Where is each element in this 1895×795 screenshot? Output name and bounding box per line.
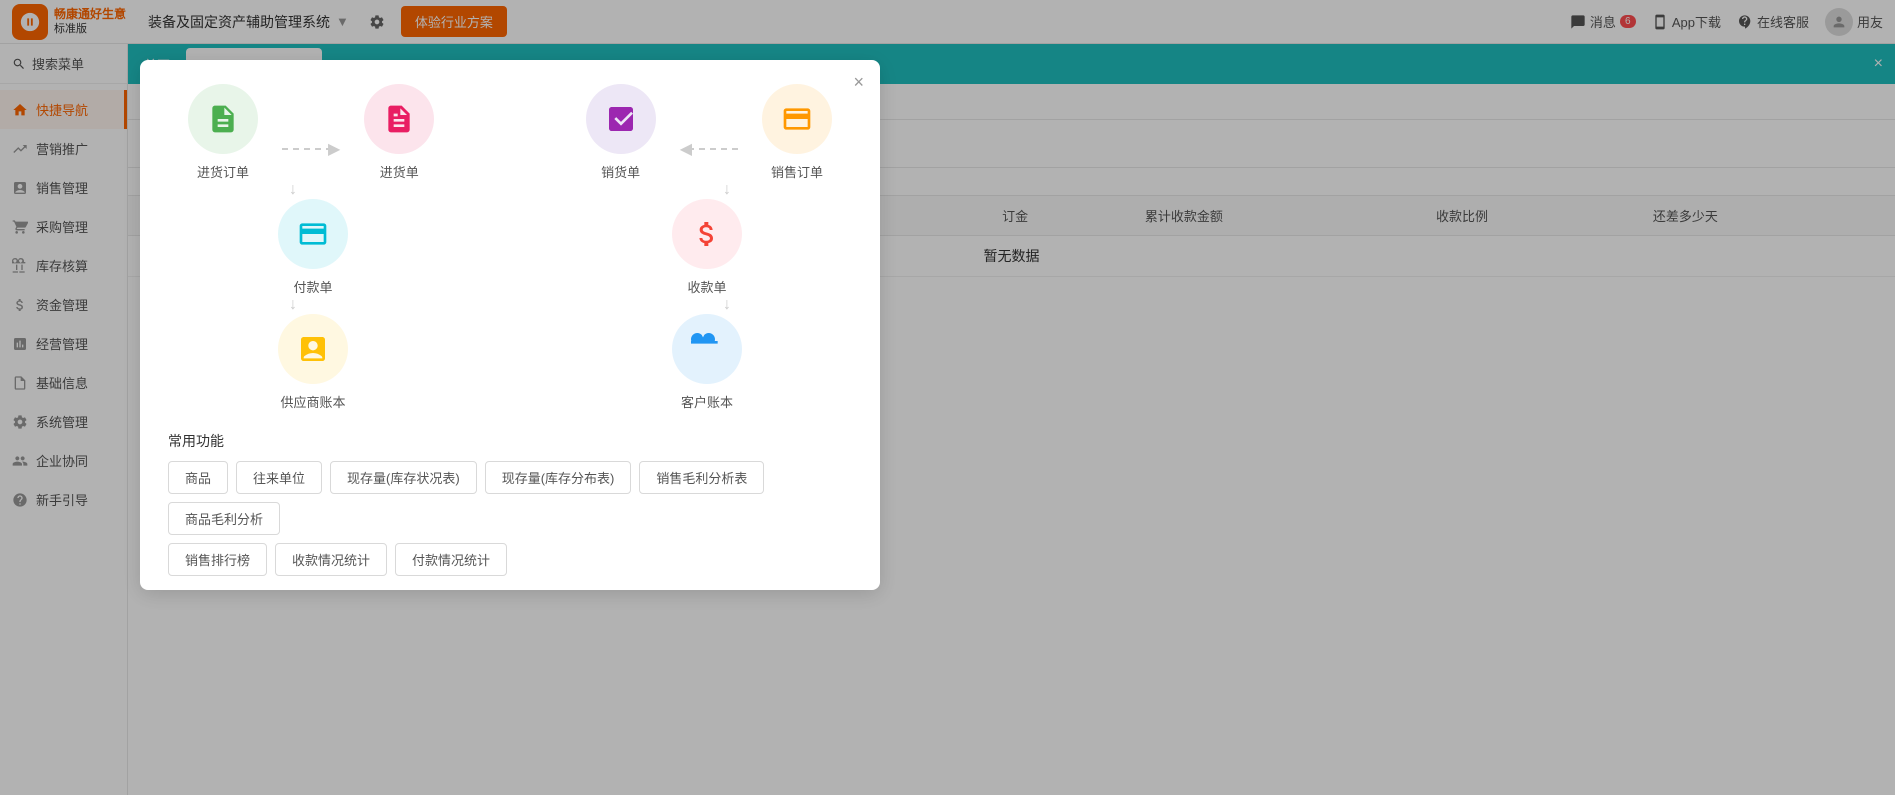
flow-circle-payment-bill: [278, 199, 348, 269]
flow-node-purchase-bill: 进货单: [364, 84, 434, 181]
flow-circle-customer-account: [672, 314, 742, 384]
cf-btn-sales-ranking[interactable]: 销售排行榜: [168, 543, 267, 576]
flow-label-payment-bill: 付款单: [293, 277, 332, 296]
cf-btn-stock-status[interactable]: 现存量(库存状况表): [330, 461, 477, 494]
flow-circle-supplier-account: [278, 314, 348, 384]
flow-label-sales-bill: 销货单: [601, 162, 640, 181]
flow-label-purchase-order: 进货订单: [197, 162, 249, 181]
flow-node-sales-bill: 销货单: [586, 84, 656, 181]
modal-close-btn[interactable]: ×: [853, 72, 864, 93]
flow-circle-sales-bill: [586, 84, 656, 154]
modal: × 进货订单 ▶: [140, 60, 880, 590]
modal-overlay[interactable]: × 进货订单 ▶: [0, 0, 1895, 795]
flow-circle-purchase-bill: [364, 84, 434, 154]
cf-btn-receipt-stats[interactable]: 收款情况统计: [275, 543, 387, 576]
flow-circle-sales-order: [762, 84, 832, 154]
flow-label-receipt-bill: 收款单: [687, 277, 726, 296]
common-functions: 常用功能 商品 往来单位 现存量(库存状况表) 现存量(库存分布表) 销售毛利分…: [168, 431, 852, 576]
cf-btn-product[interactable]: 商品: [168, 461, 228, 494]
flow-node-payment-bill: 付款单: [278, 199, 348, 296]
cf-btn-stock-dist[interactable]: 现存量(库存分布表): [485, 461, 632, 494]
flow-label-customer-account: 客户账本: [681, 392, 733, 411]
flow-node-supplier-account: 供应商账本: [278, 314, 348, 411]
common-functions-title: 常用功能: [168, 431, 852, 451]
cf-btn-partners[interactable]: 往来单位: [236, 461, 322, 494]
flow-label-supplier-account: 供应商账本: [280, 392, 345, 411]
flow-node-sales-order: 销售订单: [762, 84, 832, 181]
flow-circle-receipt-bill: [672, 199, 742, 269]
cf-buttons-row2: 销售排行榜 收款情况统计 付款情况统计: [168, 543, 852, 576]
flow-label-purchase-bill: 进货单: [380, 162, 419, 181]
cf-btn-sales-profit-analysis[interactable]: 销售毛利分析表: [639, 461, 764, 494]
cf-btn-product-profit[interactable]: 商品毛利分析: [168, 502, 280, 535]
cf-btn-payment-stats[interactable]: 付款情况统计: [395, 543, 507, 576]
flow-label-sales-order: 销售订单: [771, 162, 823, 181]
cf-buttons: 商品 往来单位 现存量(库存状况表) 现存量(库存分布表) 销售毛利分析表 商品…: [168, 461, 852, 535]
flow-node-receipt-bill: 收款单: [672, 199, 742, 296]
flow-node-purchase-order: 进货订单: [188, 84, 258, 181]
flow-node-customer-account: 客户账本: [672, 314, 742, 411]
flow-circle-purchase-order: [188, 84, 258, 154]
